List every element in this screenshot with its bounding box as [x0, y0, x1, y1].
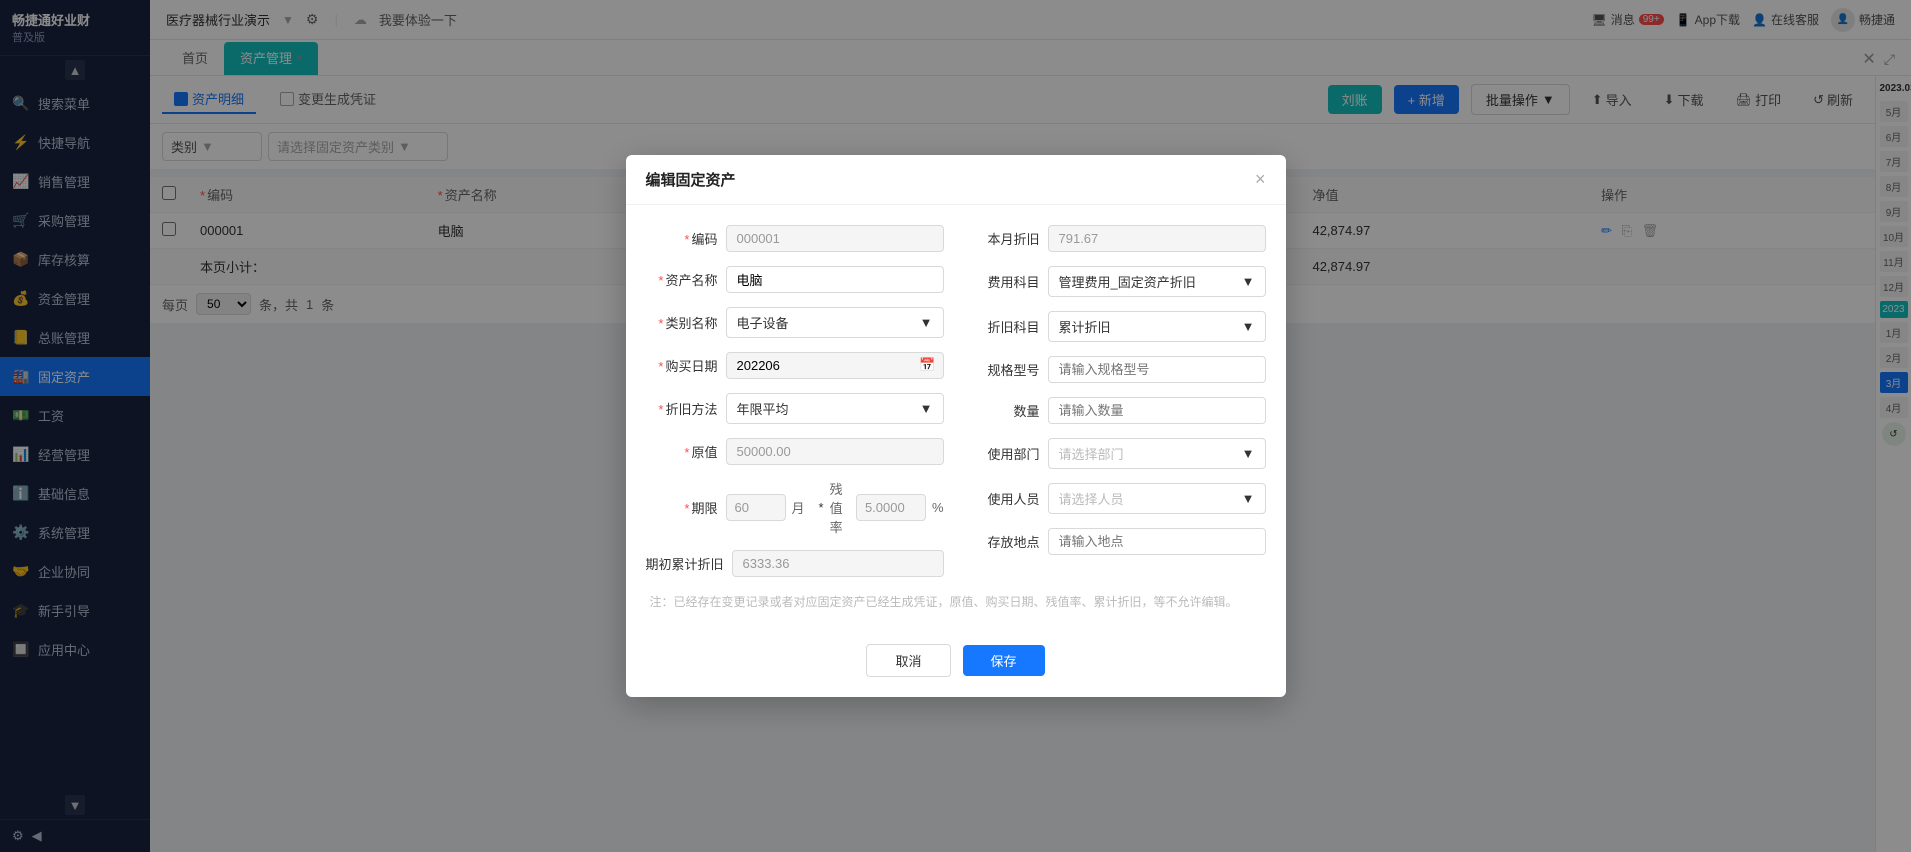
monthly-depreciation-label: 本月折旧 [968, 229, 1040, 248]
initial-depreciation-label: 期初累计折旧 [646, 554, 724, 573]
chevron-down-icon: ▼ [1242, 491, 1255, 506]
period-unit: 月 [792, 498, 805, 517]
residual-rate-input[interactable] [856, 494, 926, 521]
field-period-residual: *期限 月 * 残值率 % [646, 479, 944, 536]
location-input[interactable] [1048, 528, 1266, 555]
modal-close-btn[interactable]: × [1255, 169, 1266, 190]
purchase-date-input[interactable] [726, 352, 944, 379]
spec-input[interactable] [1048, 356, 1266, 383]
modal-note: 注：已经存在变更记录或者对应固定资产已经生成凭证，原值、购买日期、残值率、累计折… [646, 593, 1266, 612]
residual-rate-unit: % [932, 500, 944, 515]
field-original-value: *原值 [646, 438, 944, 465]
field-depreciation-subject: 折旧科目 累计折旧 ▼ [968, 311, 1266, 342]
code-label: *编码 [646, 229, 718, 248]
depreciation-method-value: 年限平均 [737, 399, 789, 418]
spec-label: 规格型号 [968, 360, 1040, 379]
chevron-down-icon: ▼ [920, 401, 933, 416]
name-label: *资产名称 [646, 270, 718, 289]
field-code: *编码 [646, 225, 944, 252]
field-purchase-date: *购买日期 📅 [646, 352, 944, 379]
user-label: 使用人员 [968, 489, 1040, 508]
edit-asset-modal: 编辑固定资产 × *编码 *资 [626, 155, 1286, 697]
monthly-depreciation-input [1048, 225, 1266, 252]
department-label: 使用部门 [968, 444, 1040, 463]
field-name: *资产名称 [646, 266, 944, 293]
field-department: 使用部门 请选择部门 ▼ [968, 438, 1266, 469]
depreciation-method-select[interactable]: 年限平均 ▼ [726, 393, 944, 424]
purchase-date-input-wrap: 📅 [726, 352, 944, 379]
field-spec: 规格型号 [968, 356, 1266, 383]
form-grid: *编码 *资产名称 *类别名称 [646, 225, 1266, 577]
depreciation-subject-value: 累计折旧 [1059, 317, 1111, 336]
req-marker: * [819, 500, 824, 515]
user-select[interactable]: 请选择人员 ▼ [1048, 483, 1266, 514]
code-input[interactable] [726, 225, 944, 252]
category-label: *类别名称 [646, 313, 718, 332]
depreciation-method-label: *折旧方法 [646, 399, 718, 418]
department-placeholder: 请选择部门 [1059, 444, 1124, 463]
residual-rate-label: 残值率 [830, 479, 850, 536]
modal-header: 编辑固定资产 × [626, 155, 1286, 205]
original-value-input[interactable] [726, 438, 944, 465]
initial-depreciation-input[interactable] [732, 550, 944, 577]
field-category: *类别名称 电子设备 ▼ [646, 307, 944, 338]
chevron-down-icon: ▼ [1242, 319, 1255, 334]
modal-overlay: 编辑固定资产 × *编码 *资 [0, 0, 1911, 852]
category-value: 电子设备 [737, 313, 789, 332]
period-residual-row: 月 * 残值率 % [726, 479, 944, 536]
field-depreciation-method: *折旧方法 年限平均 ▼ [646, 393, 944, 424]
chevron-down-icon: ▼ [1242, 446, 1255, 461]
chevron-down-icon: ▼ [1242, 274, 1255, 289]
period-label: *期限 [646, 498, 718, 517]
quantity-label: 数量 [968, 401, 1040, 420]
modal-footer: 取消 保存 [626, 632, 1286, 697]
depreciation-subject-label: 折旧科目 [968, 317, 1040, 336]
expense-subject-select[interactable]: 管理费用_固定资产折旧 ▼ [1048, 266, 1266, 297]
department-select[interactable]: 请选择部门 ▼ [1048, 438, 1266, 469]
name-input[interactable] [726, 266, 944, 293]
cancel-btn[interactable]: 取消 [866, 644, 950, 677]
period-input[interactable] [726, 494, 786, 521]
field-quantity: 数量 [968, 397, 1266, 424]
depreciation-subject-select[interactable]: 累计折旧 ▼ [1048, 311, 1266, 342]
user-placeholder: 请选择人员 [1059, 489, 1124, 508]
field-user: 使用人员 请选择人员 ▼ [968, 483, 1266, 514]
modal-title: 编辑固定资产 [646, 169, 736, 190]
field-monthly-depreciation: 本月折旧 [968, 225, 1266, 252]
modal-body: *编码 *资产名称 *类别名称 [626, 205, 1286, 632]
location-label: 存放地点 [968, 532, 1040, 551]
field-expense-subject: 费用科目 管理费用_固定资产折旧 ▼ [968, 266, 1266, 297]
note-text: 注：已经存在变更记录或者对应固定资产已经生成凭证，原值、购买日期、残值率、累计折… [650, 595, 1238, 609]
expense-subject-label: 费用科目 [968, 272, 1040, 291]
field-location: 存放地点 [968, 528, 1266, 555]
field-initial-depreciation: 期初累计折旧 [646, 550, 944, 577]
expense-subject-value: 管理费用_固定资产折旧 [1059, 272, 1196, 291]
original-value-label: *原值 [646, 442, 718, 461]
save-btn[interactable]: 保存 [963, 645, 1045, 676]
quantity-input[interactable] [1048, 397, 1266, 424]
chevron-down-icon: ▼ [920, 315, 933, 330]
purchase-date-label: *购买日期 [646, 356, 718, 375]
calendar-icon[interactable]: 📅 [919, 357, 935, 373]
category-select[interactable]: 电子设备 ▼ [726, 307, 944, 338]
